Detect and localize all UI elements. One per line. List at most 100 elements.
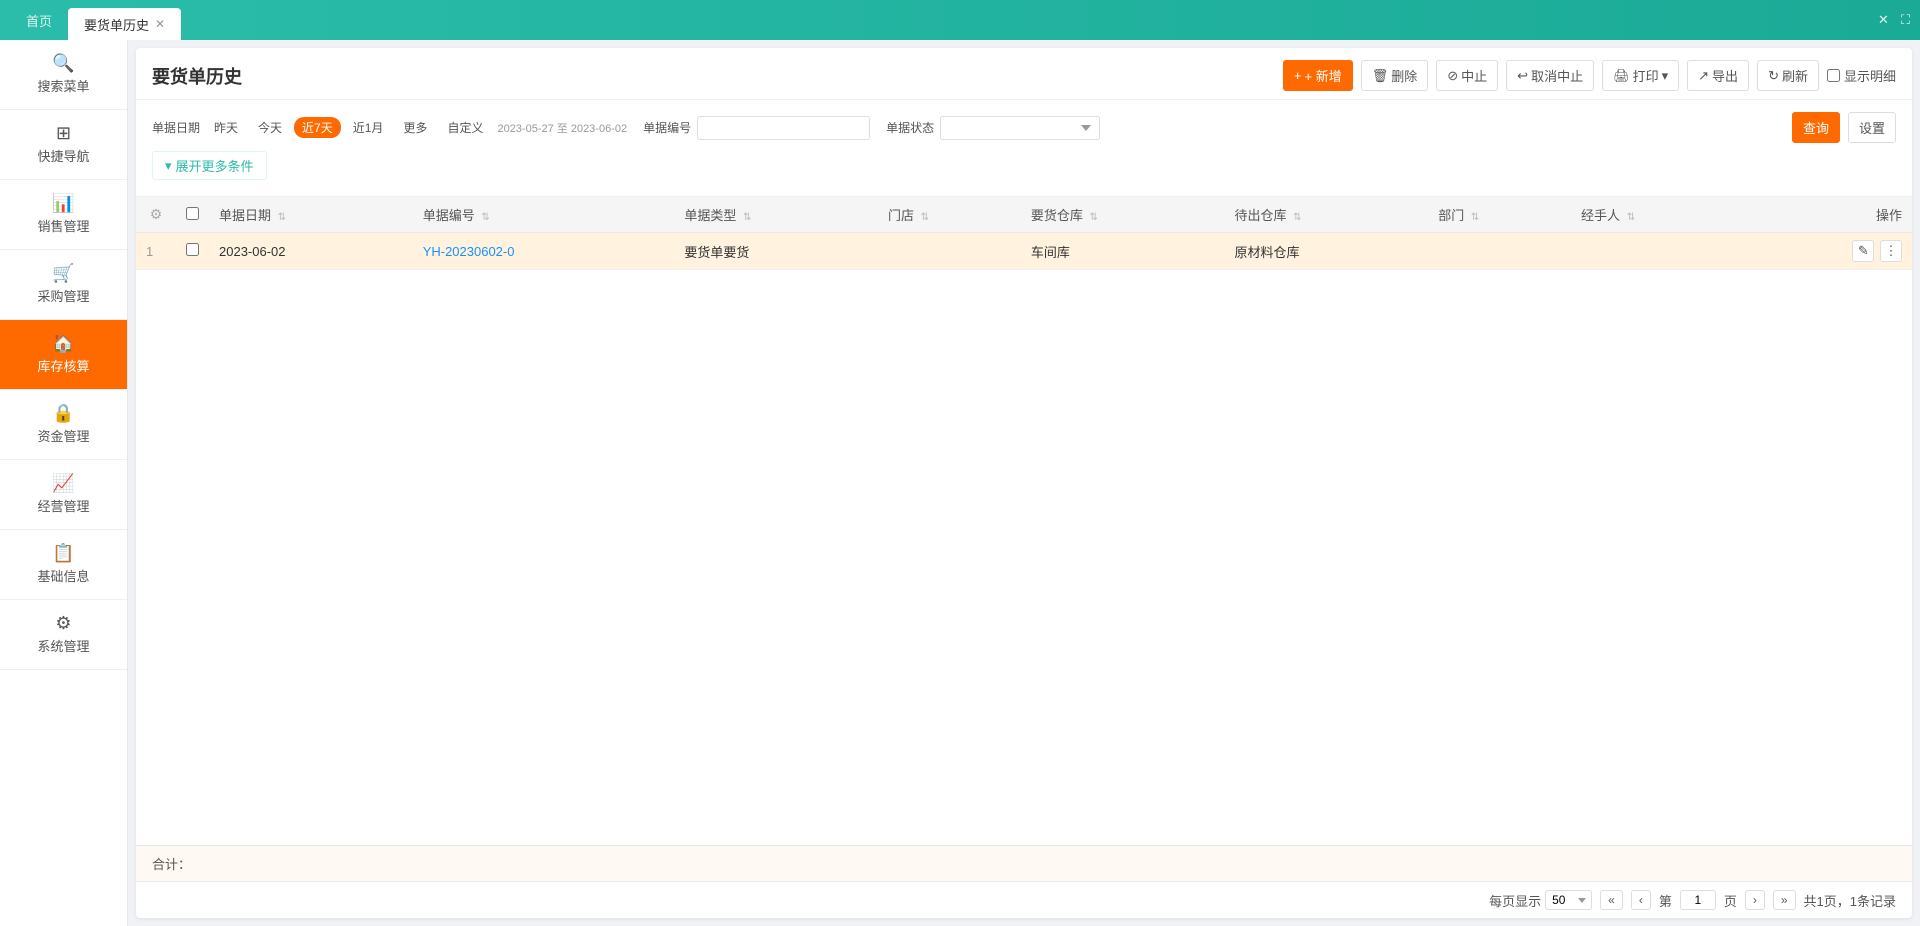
row-doc-date: 2023-06-02 xyxy=(209,233,413,270)
filter-date-label: 单据日期 xyxy=(152,119,200,136)
delete-button[interactable]: 🗑 删除 xyxy=(1361,60,1429,91)
top-bar-right: ✕ ⛶ xyxy=(1878,12,1910,28)
page-container: 要货单历史 + + 新增 🗑 删除 ⊘ 中止 ↩ xyxy=(136,48,1912,918)
col-store[interactable]: 门店 ⇅ xyxy=(878,197,1021,233)
window-close-icon[interactable]: ✕ xyxy=(1878,12,1889,28)
window-resize-icon[interactable]: ⛶ xyxy=(1901,12,1910,28)
row-pending-warehouse: 原材料仓库 xyxy=(1225,233,1429,270)
print-button[interactable]: 🖨 打印 ▾ xyxy=(1602,60,1679,91)
row-handler xyxy=(1571,233,1744,270)
sidebar-item-operations[interactable]: 📈 经营管理 xyxy=(0,460,127,530)
edit-action-icon[interactable]: ✎ xyxy=(1852,240,1874,262)
row-checkbox[interactable] xyxy=(186,243,199,256)
display-detail-label[interactable]: 显示明细 xyxy=(1844,66,1896,85)
total-label: 合计： xyxy=(152,854,191,873)
toolbar: + + 新增 🗑 删除 ⊘ 中止 ↩ 取消中止 xyxy=(1283,60,1896,91)
new-button[interactable]: + + 新增 xyxy=(1283,60,1353,91)
delete-icon: 🗑 xyxy=(1372,68,1389,84)
filter-doc-no-label: 单据编号 xyxy=(643,119,691,136)
date-option-7days[interactable]: 近7天 xyxy=(294,117,341,138)
date-option-today[interactable]: 今天 xyxy=(250,117,290,138)
doc-no-link[interactable]: YH-20230602-0 xyxy=(423,244,515,259)
stop-button[interactable]: ⊘ 中止 xyxy=(1436,60,1498,91)
row-num: 1 xyxy=(136,233,176,270)
col-settings[interactable]: ⚙ xyxy=(136,197,176,233)
last-page-button[interactable]: » xyxy=(1773,890,1796,910)
display-detail-checkbox-group: 显示明细 xyxy=(1827,66,1896,85)
cancel-stop-button[interactable]: ↩ 取消中止 xyxy=(1506,60,1594,91)
sort-icon-7: ⇅ xyxy=(1471,212,1479,223)
date-option-1month[interactable]: 近1月 xyxy=(345,117,392,138)
page-size-group: 每页显示 50 10 20 100 xyxy=(1489,890,1592,910)
plus-icon: + xyxy=(1294,68,1302,83)
sort-icon-3: ⇅ xyxy=(743,212,751,223)
sidebar-item-search-menu[interactable]: 🔍 搜索菜单 xyxy=(0,40,127,110)
filter-date-group: 单据日期 昨天 今天 近7天 近1月 更多 自定义 2023-05-27 至 2… xyxy=(152,117,627,138)
cart-icon: 🛒 xyxy=(52,264,74,282)
date-range-display: 2023-05-27 至 2023-06-02 xyxy=(497,120,627,136)
refresh-button[interactable]: ↻ 刷新 xyxy=(1757,60,1819,91)
table-footer: 合计： xyxy=(136,845,1912,881)
tab-home[interactable]: 首页 xyxy=(10,0,68,40)
refresh-icon: ↻ xyxy=(1768,68,1779,84)
next-page-button[interactable]: › xyxy=(1745,890,1765,910)
row-store xyxy=(878,233,1021,270)
col-dept[interactable]: 部门 ⇅ xyxy=(1428,197,1571,233)
sort-icon-5: ⇅ xyxy=(1089,212,1097,223)
search-icon: 🔍 xyxy=(52,54,74,72)
ops-icon: 📈 xyxy=(52,474,74,492)
filter-doc-no-group: 单据编号 xyxy=(643,116,870,140)
sidebar-item-purchase[interactable]: 🛒 采购管理 xyxy=(0,250,127,320)
filter-doc-status-label: 单据状态 xyxy=(886,119,934,136)
current-page-input[interactable] xyxy=(1680,890,1716,910)
filter-doc-status-select[interactable] xyxy=(940,116,1100,140)
sidebar-item-system[interactable]: ⚙ 系统管理 xyxy=(0,600,127,670)
filter-doc-status-group: 单据状态 xyxy=(886,116,1100,140)
sidebar-item-finance[interactable]: 🔒 资金管理 xyxy=(0,390,127,460)
expand-conditions-button[interactable]: ▾ 展开更多条件 xyxy=(152,151,267,180)
page-size-select[interactable]: 50 10 20 100 xyxy=(1545,890,1592,910)
page-label: 第 xyxy=(1659,891,1672,910)
row-doc-type: 要货单要货 xyxy=(674,233,878,270)
row-doc-no[interactable]: YH-20230602-0 xyxy=(413,233,675,270)
date-option-custom[interactable]: 自定义 xyxy=(439,117,491,138)
cancel-stop-icon: ↩ xyxy=(1517,68,1528,84)
col-doc-date[interactable]: 单据日期 ⇅ xyxy=(209,197,413,233)
tab-requisition-history[interactable]: 要货单历史 ✕ xyxy=(68,8,181,40)
display-detail-checkbox[interactable] xyxy=(1827,69,1840,82)
col-doc-no[interactable]: 单据编号 ⇅ xyxy=(413,197,675,233)
table-body: 1 2023-06-02 YH-20230602-0 要货单要货 车间库 xyxy=(136,233,1912,270)
col-req-warehouse[interactable]: 要货仓库 ⇅ xyxy=(1021,197,1225,233)
sidebar: 🔍 搜索菜单 ⊞ 快捷导航 📊 销售管理 🛒 采购管理 🏠 库存核算 🔒 资金管… xyxy=(0,40,128,926)
row-checkbox-cell[interactable] xyxy=(176,233,209,270)
select-all-checkbox[interactable] xyxy=(186,207,199,220)
filter-doc-no-input[interactable] xyxy=(697,116,870,140)
sort-icon-8: ⇅ xyxy=(1627,212,1635,223)
col-pending-warehouse[interactable]: 待出仓库 ⇅ xyxy=(1225,197,1429,233)
tab-close-icon[interactable]: ✕ xyxy=(155,17,165,31)
sort-icon-6: ⇅ xyxy=(1293,212,1301,223)
sidebar-item-quick-nav[interactable]: ⊞ 快捷导航 xyxy=(0,110,127,180)
table-header-row: ⚙ 单据日期 ⇅ 单据编号 ⇅ xyxy=(136,197,1912,233)
query-button[interactable]: 查询 xyxy=(1792,112,1840,143)
first-page-button[interactable]: « xyxy=(1600,890,1623,910)
data-table: ⚙ 单据日期 ⇅ 单据编号 ⇅ xyxy=(136,197,1912,270)
table-section: ⚙ 单据日期 ⇅ 单据编号 ⇅ xyxy=(136,197,1912,845)
settings-icon[interactable]: ⚙ xyxy=(150,206,163,222)
settings-button[interactable]: 设置 xyxy=(1848,112,1896,143)
date-options: 昨天 今天 近7天 近1月 更多 自定义 xyxy=(206,117,491,138)
chart-icon: 📊 xyxy=(52,194,74,212)
sidebar-item-basic-info[interactable]: 📋 基础信息 xyxy=(0,530,127,600)
export-button[interactable]: ↗ 导出 xyxy=(1687,60,1749,91)
grid-icon: ⊞ xyxy=(56,124,71,142)
print-icon: 🖨 xyxy=(1613,68,1630,84)
more-action-icon[interactable]: ⋮ xyxy=(1880,240,1902,262)
col-handler[interactable]: 经手人 ⇅ xyxy=(1571,197,1744,233)
col-doc-type[interactable]: 单据类型 ⇅ xyxy=(674,197,878,233)
prev-page-button[interactable]: ‹ xyxy=(1631,890,1651,910)
date-option-more[interactable]: 更多 xyxy=(395,117,435,138)
sidebar-item-sales[interactable]: 📊 销售管理 xyxy=(0,180,127,250)
col-checkbox-header[interactable] xyxy=(176,197,209,233)
date-option-yesterday[interactable]: 昨天 xyxy=(206,117,246,138)
sidebar-item-inventory[interactable]: 🏠 库存核算 xyxy=(0,320,127,390)
